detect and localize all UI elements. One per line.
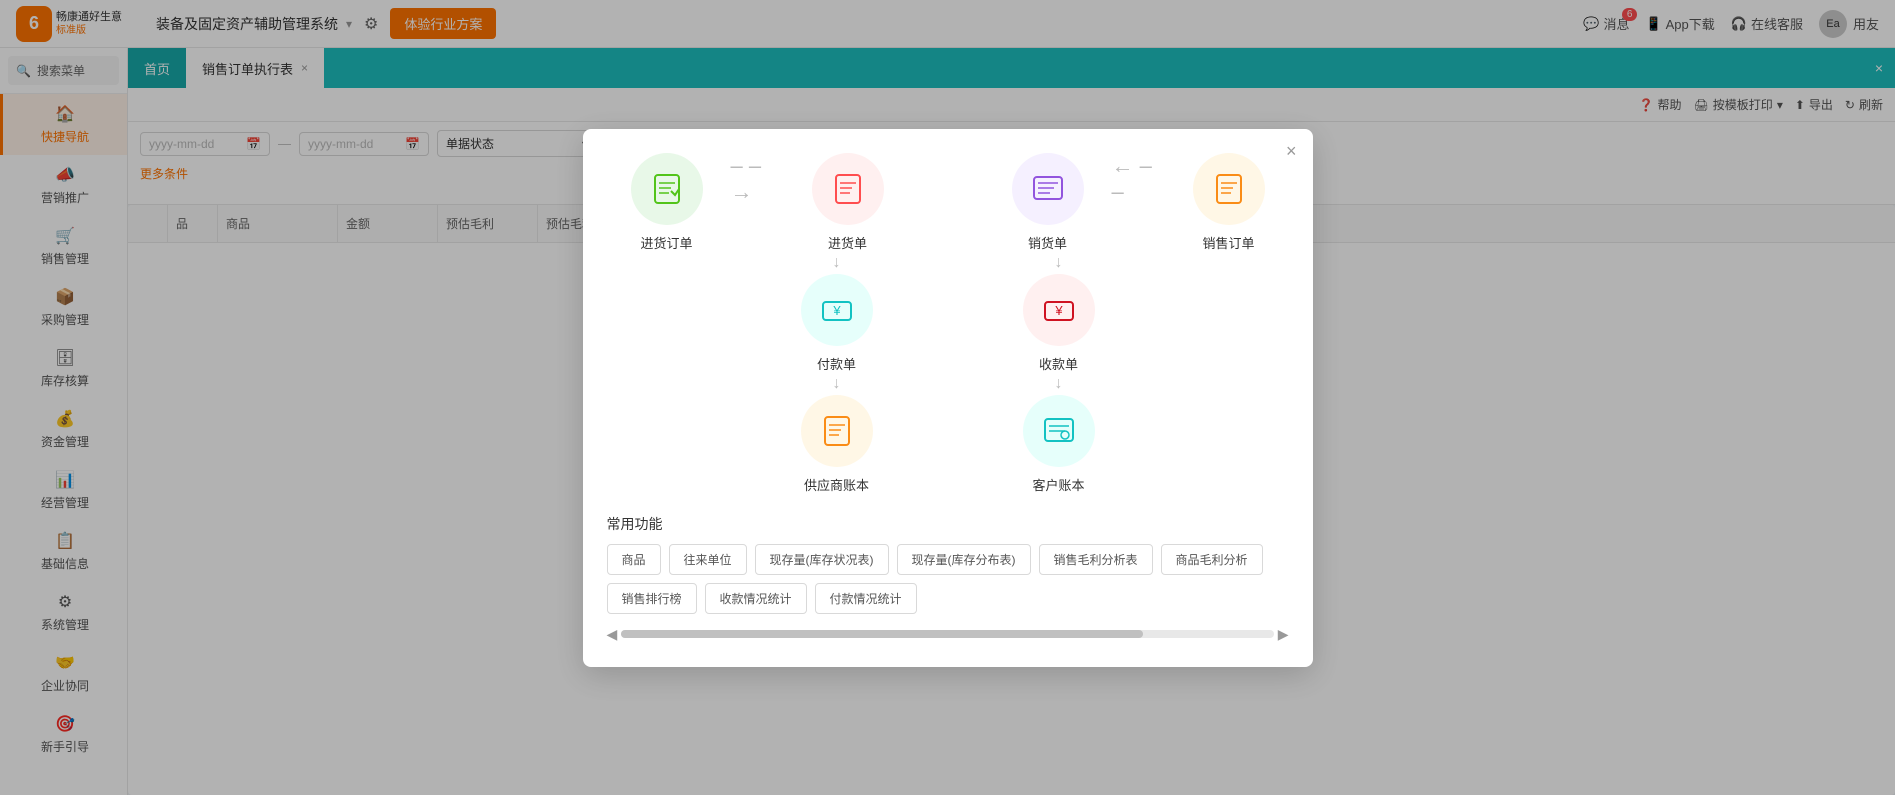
- spacer-left: [607, 252, 727, 274]
- func-btn-payment-stats[interactable]: 付款情况统计: [815, 583, 917, 614]
- func-btns-row1: 商品 往来单位 现存量(库存状况表) 现存量(库存分布表) 销售毛利分析表 商品…: [607, 544, 1289, 575]
- spacer-r23-a: [727, 373, 777, 395]
- node-purchase-order[interactable]: 进货订单: [607, 153, 727, 252]
- arrow-down-purchase-bill: ↓: [777, 254, 897, 272]
- sales-order-icon: [1193, 153, 1265, 225]
- node-sales-order[interactable]: 销售订单: [1169, 153, 1289, 252]
- func-btn-goods[interactable]: 商品: [607, 544, 661, 575]
- spacer-right: [1169, 252, 1289, 274]
- node-purchase-bill[interactable]: 进货单: [788, 153, 908, 252]
- node-receipt-label: 收款单: [1039, 354, 1078, 373]
- node-sales-bill-label: 销货单: [1028, 233, 1067, 252]
- arrow-down-receipt: ↓: [999, 375, 1119, 393]
- func-btn-receipt-stats[interactable]: 收款情况统计: [705, 583, 807, 614]
- modal-close-btn[interactable]: ×: [1286, 141, 1297, 162]
- purchase-order-icon: [631, 153, 703, 225]
- scroll-left-icon[interactable]: ◀: [607, 626, 618, 643]
- overlay[interactable]: × 进货订单 – – →: [0, 0, 1895, 795]
- scroll-thumb[interactable]: [621, 630, 1143, 638]
- node-payment[interactable]: ¥ 付款单: [777, 274, 897, 373]
- func-btn-inventory-dist[interactable]: 现存量(库存分布表): [897, 544, 1031, 575]
- spacer-r23-r: [1119, 373, 1169, 395]
- svg-text:¥: ¥: [1054, 303, 1063, 318]
- purchase-bill-icon: [812, 153, 884, 225]
- common-func-title: 常用功能: [607, 514, 1289, 534]
- common-func: 常用功能 商品 往来单位 现存量(库存状况表) 现存量(库存分布表) 销售毛利分…: [607, 514, 1289, 614]
- arrow-purchase-to-bill: – – →: [727, 153, 788, 231]
- guide-modal: × 进货订单 – – →: [583, 129, 1313, 667]
- spacer-arrow-h: [727, 252, 777, 274]
- scroll-track: [621, 630, 1273, 638]
- node-customer-ledger[interactable]: 客户账本: [999, 395, 1119, 494]
- payment-icon: ¥: [801, 274, 873, 346]
- spacer4: [897, 373, 999, 395]
- node-payment-label: 付款单: [817, 354, 856, 373]
- arrow-down-sales-bill: ↓: [999, 254, 1119, 272]
- spacer2: [897, 252, 999, 274]
- svg-text:¥: ¥: [832, 303, 841, 318]
- supplier-ledger-icon: [801, 395, 873, 467]
- func-btn-sales-gross-analysis[interactable]: 销售毛利分析表: [1039, 544, 1153, 575]
- node-supplier-ledger-label: 供应商账本: [804, 475, 869, 494]
- spacer-r23-r2: [1169, 373, 1289, 395]
- arrow-sales-order-to-bill: ← – –: [1108, 153, 1169, 231]
- flow-diagram: 进货订单 – – → 进货单: [607, 153, 1289, 494]
- spacer-r23-l: [607, 373, 727, 395]
- node-supplier-ledger[interactable]: 供应商账本: [777, 395, 897, 494]
- func-btns-row2: 销售排行榜 收款情况统计 付款情况统计: [607, 583, 1289, 614]
- modal-scrollbar: ◀ ▶: [607, 626, 1289, 643]
- node-purchase-order-label: 进货订单: [640, 233, 692, 252]
- scroll-right-icon[interactable]: ▶: [1278, 626, 1289, 643]
- node-sales-bill[interactable]: 销货单: [988, 153, 1108, 252]
- func-btn-partners[interactable]: 往来单位: [669, 544, 747, 575]
- node-sales-order-label: 销售订单: [1202, 233, 1254, 252]
- arrow-down-payment: ↓: [777, 375, 897, 393]
- func-btn-inventory-status[interactable]: 现存量(库存状况表): [755, 544, 889, 575]
- receipt-icon: ¥: [1023, 274, 1095, 346]
- spacer-arrow-h2: [1119, 252, 1169, 274]
- node-receipt[interactable]: ¥ 收款单: [999, 274, 1119, 373]
- node-customer-ledger-label: 客户账本: [1032, 475, 1084, 494]
- customer-ledger-icon: [1023, 395, 1095, 467]
- node-purchase-bill-label: 进货单: [828, 233, 867, 252]
- func-btn-sales-ranking[interactable]: 销售排行榜: [607, 583, 697, 614]
- sales-bill-icon: [1012, 153, 1084, 225]
- func-btn-goods-gross-analysis[interactable]: 商品毛利分析: [1161, 544, 1263, 575]
